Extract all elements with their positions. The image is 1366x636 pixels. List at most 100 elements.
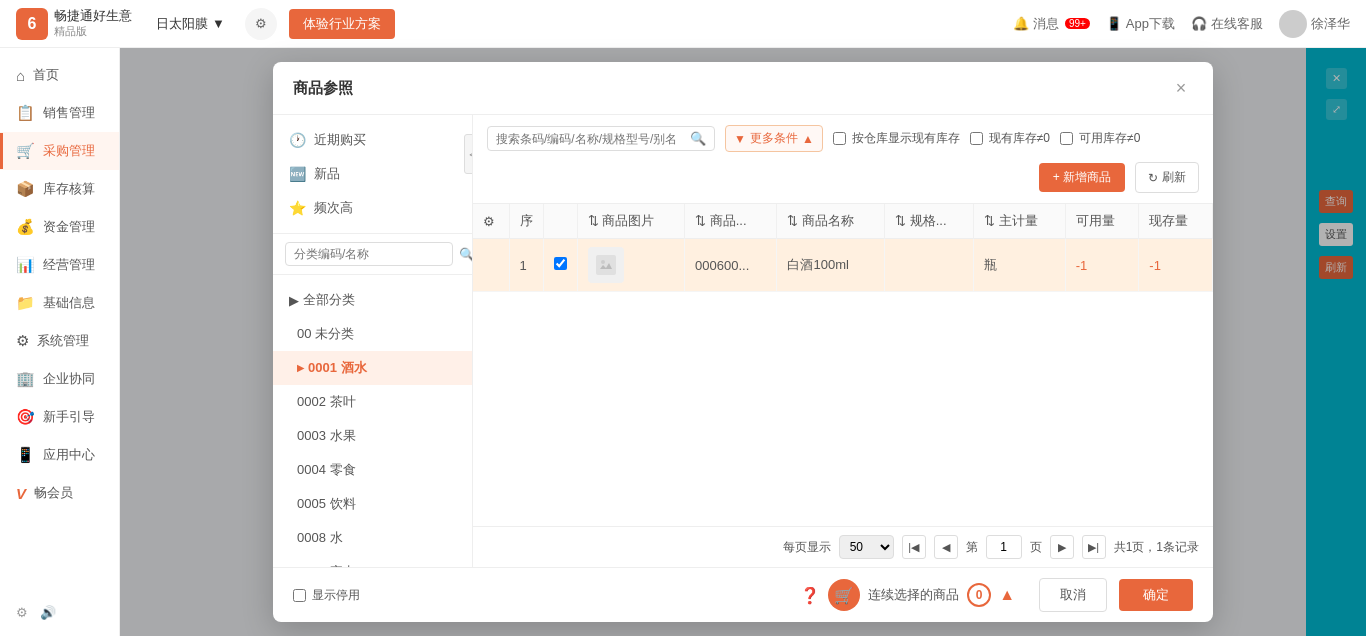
tab-recent-label: 近期购买 <box>314 131 366 149</box>
appcenter-icon: 📱 <box>16 446 35 464</box>
category-item-0010[interactable]: 0010 家电 <box>273 555 472 567</box>
available-checkbox[interactable] <box>1060 132 1073 145</box>
category-item-0005[interactable]: 0005 饮料 <box>273 487 472 521</box>
online-service-btn[interactable]: 🎧 在线客服 <box>1191 15 1263 33</box>
messages-btn[interactable]: 🔔 消息 99+ <box>1013 15 1090 33</box>
sidebar-item-sales[interactable]: 📋 销售管理 <box>0 94 119 132</box>
add-product-button[interactable]: + 新增商品 <box>1039 163 1125 192</box>
th-check <box>543 204 577 239</box>
inventory-icon: 📦 <box>16 180 35 198</box>
sidebar-item-system[interactable]: ⚙ 系统管理 <box>0 322 119 360</box>
modal-close-button[interactable]: × <box>1169 76 1193 100</box>
user-menu[interactable]: 徐泽华 <box>1279 10 1350 38</box>
th-name[interactable]: ⇅ 商品名称 <box>777 204 885 239</box>
th-unit[interactable]: ⇅ 主计量 <box>974 204 1066 239</box>
sidebar-item-operations[interactable]: 📊 经营管理 <box>0 246 119 284</box>
category-0010-label: 0010 家电 <box>297 563 356 567</box>
sales-icon: 📋 <box>16 104 35 122</box>
td-code: 000600... <box>685 239 777 292</box>
guide-icon: 🎯 <box>16 408 35 426</box>
sidebar-item-enterprise[interactable]: 🏢 企业协同 <box>0 360 119 398</box>
refresh-button[interactable]: ↻ 刷新 <box>1135 162 1199 193</box>
confirm-button[interactable]: 确定 <box>1119 579 1193 611</box>
existing-checkbox[interactable] <box>970 132 983 145</box>
sidebar-item-finance[interactable]: 💰 资金管理 <box>0 208 119 246</box>
username: 徐泽华 <box>1311 15 1350 33</box>
svg-point-1 <box>601 260 605 264</box>
warehouse-checkbox[interactable] <box>833 132 846 145</box>
new-icon: 🆕 <box>289 166 306 182</box>
headset-icon: 🎧 <box>1191 16 1207 31</box>
help-icon[interactable]: ❓ <box>800 586 820 605</box>
app-download-btn[interactable]: 📱 App下载 <box>1106 15 1175 33</box>
mobile-icon: 📱 <box>1106 16 1122 31</box>
expand-cart-icon[interactable]: ▲ <box>999 586 1015 604</box>
product-search-icon[interactable]: 🔍 <box>690 131 706 146</box>
sidebar-item-guide[interactable]: 🎯 新手引导 <box>0 398 119 436</box>
sidebar-item-home[interactable]: ⌂ 首页 <box>0 56 119 94</box>
category-search-input[interactable] <box>285 242 453 266</box>
sort-image-icon: ⇅ <box>588 213 599 228</box>
trial-btn[interactable]: 体验行业方案 <box>289 9 395 39</box>
category-item-0004[interactable]: 0004 零食 <box>273 453 472 487</box>
table-settings-icon[interactable]: ⚙ <box>483 214 495 229</box>
next-page-button[interactable]: ▶ <box>1050 535 1074 559</box>
sidebar-item-system-label: 系统管理 <box>37 332 89 350</box>
filter-icon: ▼ <box>734 132 746 146</box>
sidebar-item-appcenter-label: 应用中心 <box>43 446 95 464</box>
total-info: 共1页，1条记录 <box>1114 539 1199 556</box>
tab-frequent[interactable]: ⭐ 频次高 <box>273 191 472 225</box>
system-icon: ⚙ <box>16 332 29 350</box>
td-stock: -1 <box>1139 239 1213 292</box>
sidebar-item-purchase[interactable]: 🛒 采购管理 <box>0 132 119 170</box>
store-name: 日太阳膜 <box>156 15 208 33</box>
th-settings[interactable]: ⚙ <box>473 204 509 239</box>
main-layout: ⌂ 首页 📋 销售管理 🛒 采购管理 📦 库存核算 💰 资金管理 📊 经营管理 … <box>0 48 1366 636</box>
category-item-0008[interactable]: 0008 水 <box>273 521 472 555</box>
product-search-input[interactable] <box>496 132 686 146</box>
sidebar-item-basic[interactable]: 📁 基础信息 <box>0 284 119 322</box>
category-all-label: 全部分类 <box>303 291 355 309</box>
tab-new[interactable]: 🆕 新品 <box>273 157 472 191</box>
cart-icon[interactable]: 🛒 <box>828 579 860 611</box>
page-size-select[interactable]: 50 10 20 100 <box>839 535 894 559</box>
show-disabled-group: 显示停用 <box>293 587 360 604</box>
last-page-button[interactable]: ▶| <box>1082 535 1106 559</box>
logo-text: 畅捷通好生意 <box>54 8 132 25</box>
sort-unit-icon: ⇅ <box>984 213 995 228</box>
category-item-0003[interactable]: 0003 水果 <box>273 419 472 453</box>
tab-recent[interactable]: 🕐 近期购买 <box>273 123 472 157</box>
first-page-button[interactable]: |◀ <box>902 535 926 559</box>
settings-bottom-icon[interactable]: ⚙ <box>16 605 28 620</box>
sidebar-item-member[interactable]: V 畅会员 <box>0 474 119 512</box>
store-selector[interactable]: 日太阳膜 ▼ <box>148 11 233 37</box>
category-search-icon[interactable]: 🔍 <box>459 247 473 262</box>
td-check[interactable] <box>543 239 577 292</box>
sound-icon[interactable]: 🔊 <box>40 605 56 620</box>
th-code[interactable]: ⇅ 商品... <box>685 204 777 239</box>
th-spec[interactable]: ⇅ 规格... <box>885 204 974 239</box>
th-available: 可用量 <box>1065 204 1139 239</box>
cancel-button[interactable]: 取消 <box>1039 578 1107 612</box>
product-table-wrap: ⚙ 序 ⇅ 商品图片 <box>473 204 1213 526</box>
sidebar-item-inventory[interactable]: 📦 库存核算 <box>0 170 119 208</box>
category-item-0001[interactable]: ▶ 0001 酒水 <box>273 351 472 385</box>
modal-left-panel: 🕐 近期购买 🆕 新品 ⭐ 频次高 <box>273 115 473 567</box>
gear-button[interactable]: ⚙ <box>245 8 277 40</box>
operations-icon: 📊 <box>16 256 35 274</box>
th-image[interactable]: ⇅ 商品图片 <box>577 204 685 239</box>
page-suffix: 页 <box>1030 539 1042 556</box>
prev-page-button[interactable]: ◀ <box>934 535 958 559</box>
category-item-0002[interactable]: 0002 茶叶 <box>273 385 472 419</box>
sidebar-item-appcenter[interactable]: 📱 应用中心 <box>0 436 119 474</box>
show-disabled-checkbox[interactable] <box>293 589 306 602</box>
content-area: 商品参照 × 🕐 近期购买 🆕 <box>120 48 1366 636</box>
category-item-all[interactable]: ▶ 全部分类 <box>273 283 472 317</box>
table-row[interactable]: 1 000600... 白酒100ml 瓶 -1 -1 <box>473 239 1213 292</box>
sidebar-item-enterprise-label: 企业协同 <box>43 370 95 388</box>
filter-button[interactable]: ▼ 更多条件 ▲ <box>725 125 823 152</box>
category-item-00[interactable]: 00 未分类 <box>273 317 472 351</box>
td-settings <box>473 239 509 292</box>
page-input[interactable] <box>986 535 1022 559</box>
collapse-panel-button[interactable]: ≪ <box>464 134 473 174</box>
